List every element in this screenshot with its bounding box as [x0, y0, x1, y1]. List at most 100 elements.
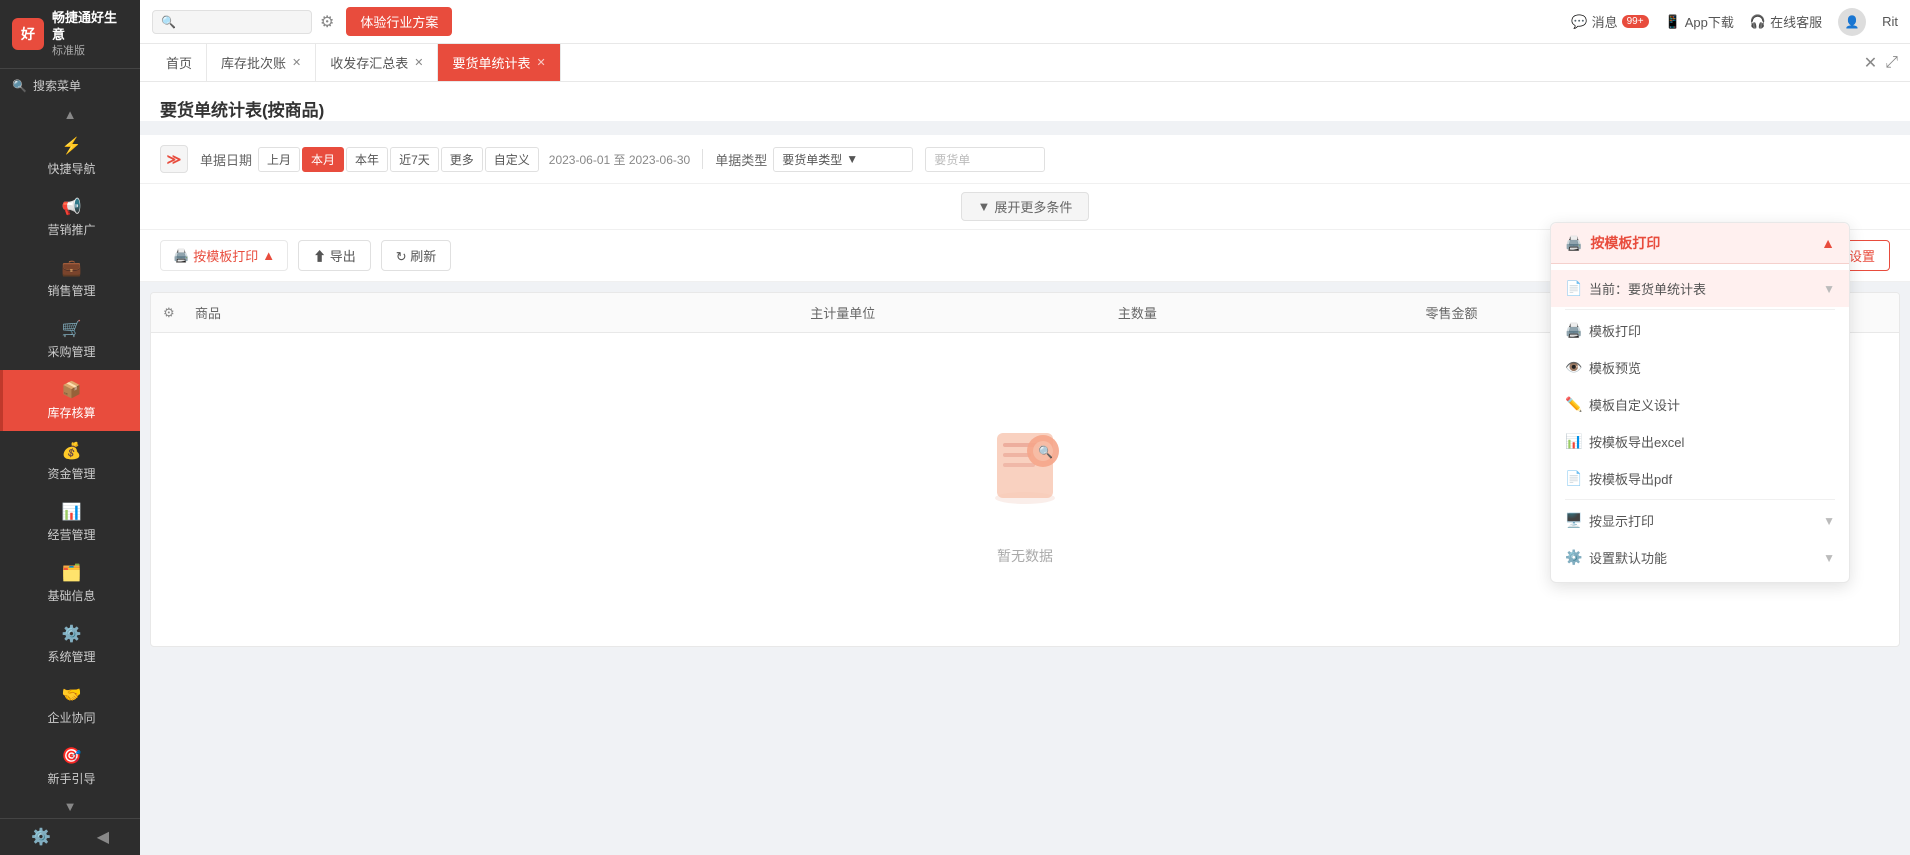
table-gear-icon[interactable]: ⚙ — [163, 305, 175, 320]
sidebar-item-system[interactable]: ⚙️ 系统管理 — [0, 614, 140, 675]
online-service-btn[interactable]: 🎧 在线客服 — [1750, 12, 1822, 31]
template-design-label: 模板自定义设计 — [1589, 395, 1680, 414]
date-btn-this-year[interactable]: 本年 — [346, 147, 388, 172]
message-badge: 99+ — [1622, 15, 1649, 28]
service-icon: 🎧 — [1750, 14, 1766, 30]
template-excel-label: 按模板导出excel — [1589, 432, 1684, 451]
template-preview-left: 👁️ 模板预览 — [1565, 358, 1641, 377]
logo-text: 畅捷通好生意 标准版 — [52, 10, 128, 58]
inventory-icon: 📦 — [62, 380, 82, 400]
avatar[interactable]: 👤 — [1838, 8, 1866, 36]
sidebar-scroll-up[interactable]: ▲ — [0, 102, 140, 126]
date-btn-prev-month[interactable]: 上月 — [258, 147, 300, 172]
template-pdf-left: 📄 按模板导出pdf — [1565, 469, 1672, 488]
type-select-value: 要货单类型 — [782, 151, 842, 168]
topbar-right: 💬 消息 99+ 📱 App下载 🎧 在线客服 👤 Rit — [1571, 8, 1898, 36]
tab-order-stats[interactable]: 要货单统计表 ✕ — [438, 44, 560, 81]
sidebar-item-basics[interactable]: 🗂️ 基础信息 — [0, 553, 140, 614]
sidebar-item-label: 营销推广 — [47, 221, 95, 238]
print-dropdown-btn[interactable]: 🖨️ 按模板打印 ▲ — [160, 240, 288, 271]
username: Rit — [1882, 14, 1898, 29]
page-header: 要货单统计表(按商品) — [140, 82, 1910, 121]
online-service-label: 在线客服 — [1770, 12, 1822, 31]
svg-text:🔍: 🔍 — [1038, 444, 1053, 459]
goods-filter-input[interactable]: 要货单 — [925, 147, 1045, 172]
tab-receipt-summary[interactable]: 收发存汇总表 ✕ — [316, 44, 438, 81]
tab-close-all-icon[interactable]: ✕ — [1864, 53, 1877, 73]
settings-icon[interactable]: ⚙️ — [31, 827, 51, 847]
template-current-icon: 📄 — [1565, 280, 1581, 297]
tab-inventory-batch-close[interactable]: ✕ — [292, 56, 301, 69]
template-current-label: 当前：要货单统计表 — [1589, 279, 1706, 298]
sidebar-item-purchase[interactable]: 🛒 采购管理 — [0, 309, 140, 370]
sidebar-item-sales[interactable]: 💼 销售管理 — [0, 248, 140, 309]
search-icon: 🔍 — [12, 79, 27, 93]
template-current-item[interactable]: 📄 当前：要货单统计表 ▼ — [1551, 270, 1849, 307]
template-preview-icon: 👁️ — [1565, 359, 1581, 376]
template-excel-item[interactable]: 📊 按模板导出excel — [1551, 423, 1849, 460]
display-print-chevron: ▼ — [1823, 514, 1835, 528]
sidebar-item-label: 新手引导 — [47, 770, 95, 787]
edition-label: 标准版 — [52, 44, 128, 58]
date-btn-custom[interactable]: 自定义 — [485, 147, 539, 172]
filter-collapse-btn[interactable]: ≫ — [160, 145, 188, 173]
expand-conditions-btn[interactable]: ▼ 展开更多条件 — [961, 192, 1090, 221]
template-excel-icon: 📊 — [1565, 433, 1581, 450]
collapse-icon[interactable]: ◀ — [97, 827, 109, 847]
refresh-label: 刷新 — [410, 249, 436, 264]
sidebar-item-inventory[interactable]: 📦 库存核算 — [0, 370, 140, 431]
sidebar-item-guide[interactable]: 🎯 新手引导 — [0, 736, 140, 794]
set-default-chevron: ▼ — [1823, 551, 1835, 565]
sidebar-item-cooperation[interactable]: 🤝 企业协同 — [0, 675, 140, 736]
sidebar-item-operations[interactable]: 📊 经营管理 — [0, 492, 140, 553]
template-panel-close-btn[interactable]: ▲ — [1821, 235, 1835, 251]
sidebar-item-finance[interactable]: 💰 资金管理 — [0, 431, 140, 492]
table-check-col: ⚙ — [163, 305, 195, 321]
tab-receipt-summary-close[interactable]: ✕ — [414, 56, 423, 69]
tab-expand-icon[interactable]: ⤢ — [1885, 54, 1898, 72]
message-btn[interactable]: 💬 消息 99+ — [1571, 12, 1648, 31]
set-default-icon: ⚙️ — [1565, 549, 1581, 566]
template-display-print-item[interactable]: 🖥️ 按显示打印 ▼ — [1551, 502, 1849, 539]
topbar: 🔍 ⚙ 体验行业方案 💬 消息 99+ 📱 App下载 🎧 在线客服 👤 Rit — [140, 0, 1910, 44]
export-icon: ⬆ — [313, 249, 326, 264]
template-panel-title: 🖨️ 按模板打印 — [1565, 233, 1660, 253]
date-btn-7days[interactable]: 近7天 — [390, 147, 439, 172]
empty-text: 暂无数据 — [997, 546, 1053, 566]
template-current-left: 📄 当前：要货单统计表 — [1565, 279, 1706, 298]
display-print-label: 按显示打印 — [1589, 511, 1654, 530]
print-chevron-up: ▲ — [262, 248, 275, 263]
template-design-left: ✏️ 模板自定义设计 — [1565, 395, 1680, 414]
topbar-gear-icon[interactable]: ⚙ — [320, 12, 334, 32]
type-filter-label: 单据类型 — [715, 150, 767, 169]
template-pdf-item[interactable]: 📄 按模板导出pdf — [1551, 460, 1849, 497]
sidebar-item-label: 基础信息 — [47, 587, 95, 604]
topbar-search[interactable]: 🔍 — [152, 10, 312, 34]
tab-order-stats-close[interactable]: ✕ — [537, 56, 546, 69]
industry-btn[interactable]: 体验行业方案 — [346, 7, 452, 36]
template-set-default-item[interactable]: ⚙️ 设置默认功能 ▼ — [1551, 539, 1849, 576]
template-print-item[interactable]: 🖨️ 模板打印 — [1551, 312, 1849, 349]
sidebar-item-marketing[interactable]: 📢 营销推广 — [0, 187, 140, 248]
type-select-arrow: ▼ — [846, 152, 858, 166]
type-select[interactable]: 要货单类型 ▼ — [773, 147, 913, 172]
sidebar-scroll-down[interactable]: ▼ — [0, 794, 140, 818]
tab-home[interactable]: 首页 — [152, 44, 207, 81]
date-btn-this-month[interactable]: 本月 — [302, 147, 344, 172]
date-btn-more[interactable]: 更多 — [441, 147, 483, 172]
tab-inventory-batch[interactable]: 库存批次账 ✕ — [207, 44, 316, 81]
template-panel-title-text: 按模板打印 — [1590, 233, 1660, 253]
sidebar-item-quick-nav[interactable]: ⚡ 快捷导航 — [0, 126, 140, 187]
template-preview-item[interactable]: 👁️ 模板预览 — [1551, 349, 1849, 386]
app-download-btn[interactable]: 📱 App下载 — [1665, 12, 1734, 31]
set-default-label: 设置默认功能 — [1589, 548, 1667, 567]
purchase-icon: 🛒 — [62, 319, 82, 339]
sidebar-search[interactable]: 🔍 搜索菜单 — [0, 69, 140, 102]
export-btn[interactable]: ⬆ 导出 — [298, 240, 371, 271]
sidebar-item-label: 库存核算 — [47, 404, 95, 421]
refresh-btn[interactable]: ↻ 刷新 — [381, 240, 452, 271]
tabs-controls: ✕ ⤢ — [1864, 53, 1898, 73]
template-design-item[interactable]: ✏️ 模板自定义设计 — [1551, 386, 1849, 423]
sidebar-item-label: 快捷导航 — [47, 160, 95, 177]
search-label: 搜索菜单 — [33, 77, 81, 94]
